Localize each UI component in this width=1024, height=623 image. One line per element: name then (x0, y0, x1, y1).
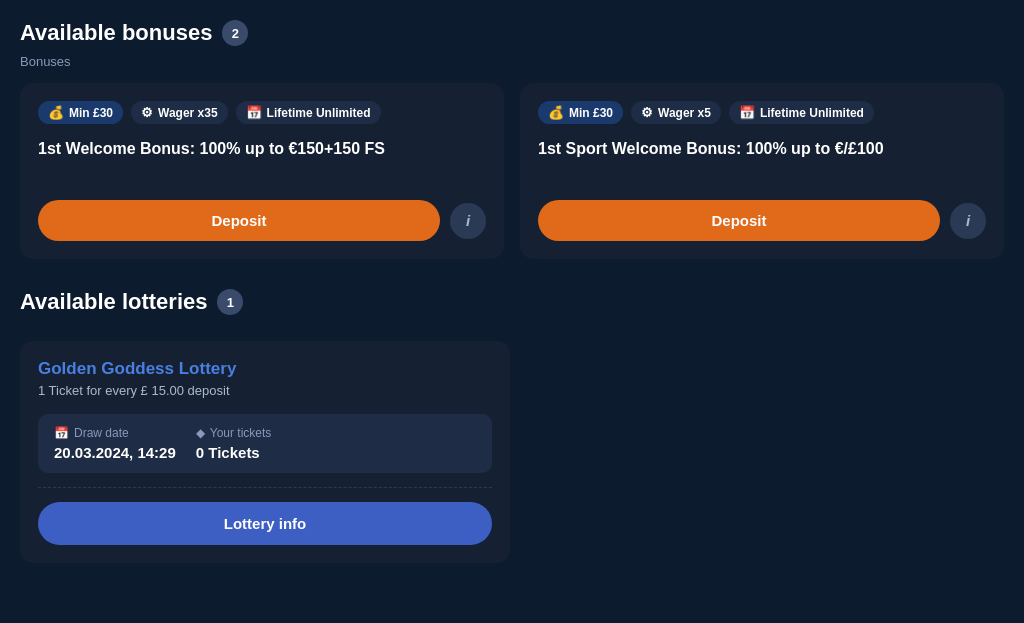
lotteries-section-header: Available lotteries 1 (20, 289, 1004, 315)
tickets-icon: ◆ (196, 426, 205, 440)
lottery-info-button[interactable]: Lottery info (38, 502, 492, 545)
lottery-tickets-value: 0 Tickets (196, 444, 272, 461)
bonus-card-2-tags: 💰 Min £30 ⚙ Wager x5 📅 Lifetime Unlimite… (538, 101, 986, 124)
bonus-card-1-tags: 💰 Min £30 ⚙ Wager x35 📅 Lifetime Unlimit… (38, 101, 486, 124)
bonus-tag-lifetime-2: 📅 Lifetime Unlimited (729, 101, 874, 124)
bonuses-grid: 💰 Min £30 ⚙ Wager x35 📅 Lifetime Unlimit… (20, 83, 1004, 259)
min-icon-2: 💰 (548, 105, 564, 120)
lottery-tickets-col: ◆ Your tickets 0 Tickets (196, 426, 272, 461)
bonus-card-2: 💰 Min £30 ⚙ Wager x5 📅 Lifetime Unlimite… (520, 83, 1004, 259)
bonus-title-1: 1st Welcome Bonus: 100% up to €150+150 F… (38, 138, 486, 182)
lotteries-section: Available lotteries 1 Golden Goddess Lot… (20, 289, 1004, 563)
bonus-actions-1: Deposit i (38, 200, 486, 241)
lottery-draw-value: 20.03.2024, 14:29 (54, 444, 176, 461)
bonus-tag-wager-2: ⚙ Wager x5 (631, 101, 721, 124)
lottery-tickets-label: ◆ Your tickets (196, 426, 272, 440)
lottery-info-row: 📅 Draw date 20.03.2024, 14:29 ◆ Your tic… (38, 414, 492, 473)
bonus-tag-min-2: 💰 Min £30 (538, 101, 623, 124)
lifetime-icon-1: 📅 (246, 105, 262, 120)
lotteries-count-badge: 1 (217, 289, 243, 315)
lottery-name: Golden Goddess Lottery (38, 359, 492, 379)
bonus-tag-min-1: 💰 Min £30 (38, 101, 123, 124)
lottery-draw-label: 📅 Draw date (54, 426, 176, 440)
wager-icon-2: ⚙ (641, 105, 653, 120)
bonuses-label: Bonuses (20, 54, 1004, 69)
wager-icon-1: ⚙ (141, 105, 153, 120)
bonus-card-1: 💰 Min £30 ⚙ Wager x35 📅 Lifetime Unlimit… (20, 83, 504, 259)
bonus-actions-2: Deposit i (538, 200, 986, 241)
info-button-1[interactable]: i (450, 203, 486, 239)
deposit-button-1[interactable]: Deposit (38, 200, 440, 241)
lifetime-icon-2: 📅 (739, 105, 755, 120)
min-icon-1: 💰 (48, 105, 64, 120)
bonus-tag-lifetime-1: 📅 Lifetime Unlimited (236, 101, 381, 124)
lotteries-title: Available lotteries (20, 289, 207, 315)
bonus-tag-wager-1: ⚙ Wager x35 (131, 101, 228, 124)
deposit-button-2[interactable]: Deposit (538, 200, 940, 241)
lottery-draw-col: 📅 Draw date 20.03.2024, 14:29 (54, 426, 176, 461)
bonuses-section-header: Available bonuses 2 (20, 20, 1004, 46)
draw-date-icon: 📅 (54, 426, 69, 440)
bonus-title-2: 1st Sport Welcome Bonus: 100% up to €/£1… (538, 138, 986, 182)
bonuses-count-badge: 2 (222, 20, 248, 46)
lottery-subtitle: 1 Ticket for every £ 15.00 deposit (38, 383, 492, 398)
lottery-card: Golden Goddess Lottery 1 Ticket for ever… (20, 341, 510, 563)
info-button-2[interactable]: i (950, 203, 986, 239)
bonuses-title: Available bonuses (20, 20, 212, 46)
lottery-divider (38, 487, 492, 488)
